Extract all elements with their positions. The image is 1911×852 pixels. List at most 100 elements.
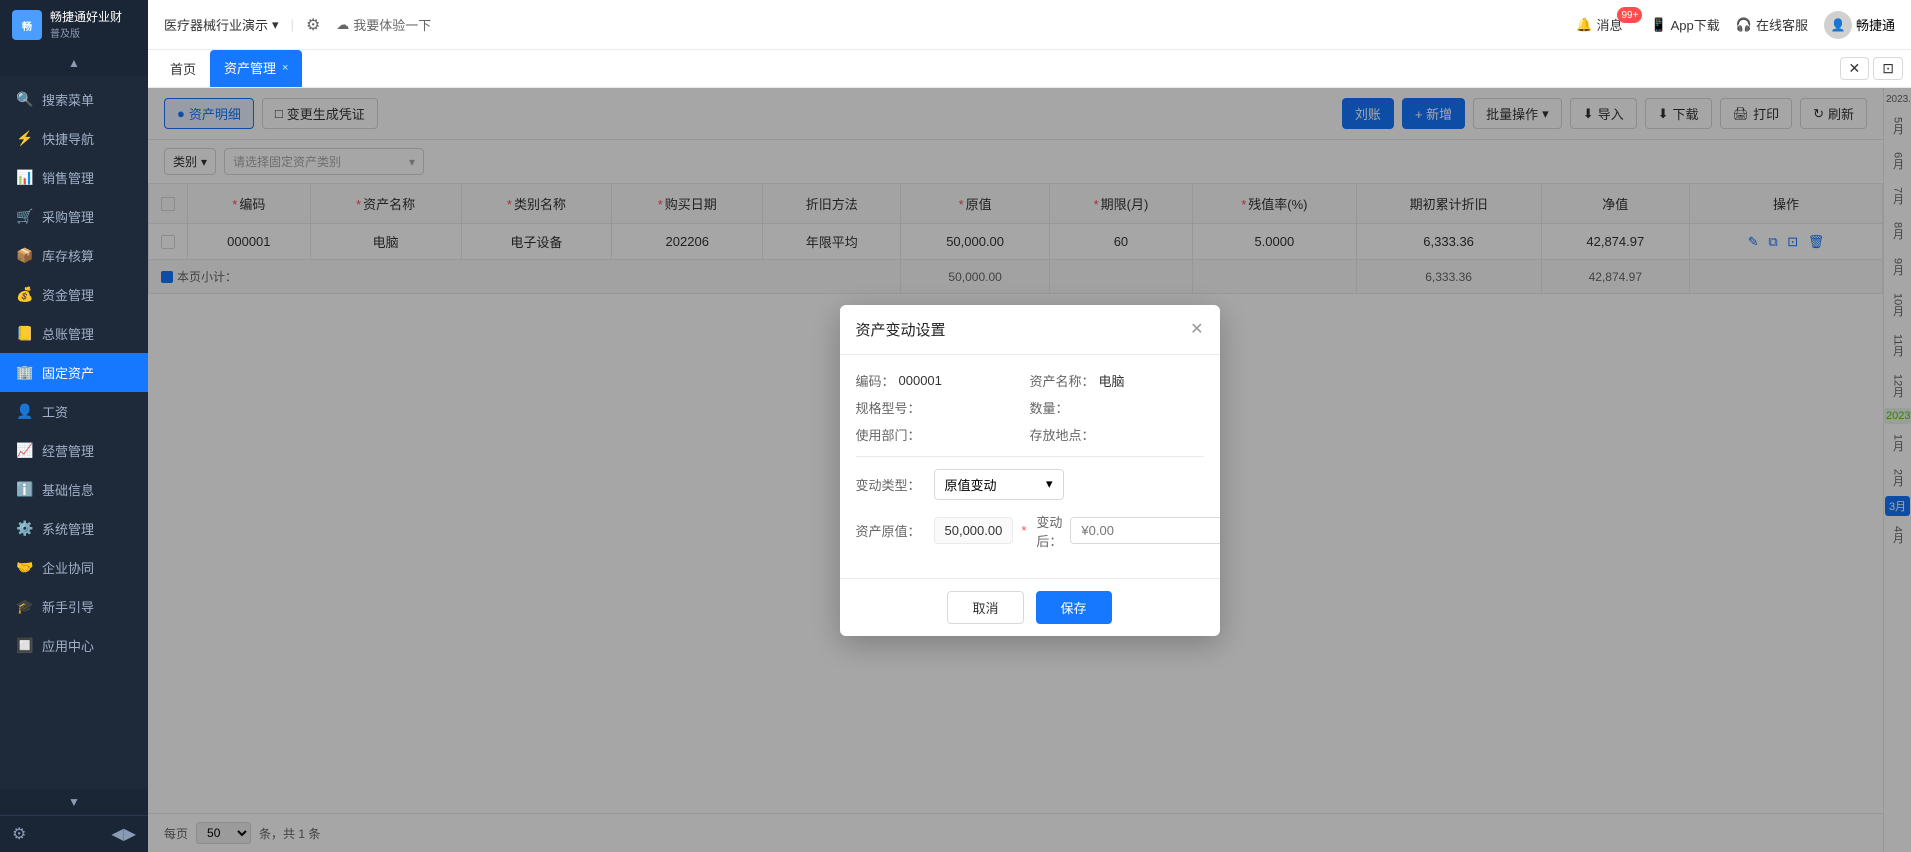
sidebar-item-capital[interactable]: 💰 资金管理 — [0, 275, 148, 314]
app-center-icon: 🔲 — [16, 637, 34, 655]
sidebar-item-label: 总账管理 — [42, 324, 94, 343]
tab-asset-management[interactable]: 资产管理 × — [210, 50, 302, 87]
tab-home[interactable]: 首页 — [156, 50, 210, 87]
collapse-sidebar-button[interactable]: ◀▶ — [111, 824, 136, 844]
fixed-assets-icon: 🏢 — [16, 364, 34, 382]
dialog-quantity-item: 数量： — [1030, 398, 1204, 417]
main-area: 医疗器械行业演示 ▾ | ⚙ ☁ 我要体验一下 🔔 消息 99+ 📱 App下载… — [148, 0, 1911, 852]
home-tab-label: 首页 — [170, 59, 196, 78]
sidebar-item-sales[interactable]: 📊 销售管理 — [0, 158, 148, 197]
company-selector[interactable]: 医疗器械行业演示 ▾ — [164, 15, 279, 34]
avatar: 👤 — [1824, 11, 1852, 39]
search-icon: 🔍 — [16, 91, 34, 109]
change-type-value: 原值变动 — [945, 475, 997, 494]
chevron-down-icon: ▾ — [1046, 476, 1053, 492]
headset-icon: 🎧 — [1736, 17, 1752, 33]
sidebar-nav: 🔍 搜索菜单 ⚡ 快捷导航 📊 销售管理 🛒 采购管理 📦 库存核算 💰 资金管… — [0, 76, 148, 789]
close-tab-icon[interactable]: × — [282, 62, 288, 74]
user-profile[interactable]: 👤 畅捷通 — [1824, 11, 1895, 39]
sidebar-item-business[interactable]: 📈 经营管理 — [0, 431, 148, 470]
topbar-separator: | — [291, 17, 294, 32]
sidebar-item-label: 工资 — [42, 402, 68, 421]
sidebar-item-label: 快捷导航 — [42, 129, 94, 148]
sidebar-item-label: 资金管理 — [42, 285, 94, 304]
dialog-header: 资产变动设置 ✕ — [840, 305, 1220, 355]
chevron-down-icon: ▾ — [272, 17, 279, 33]
sidebar-item-inventory[interactable]: 📦 库存核算 — [0, 236, 148, 275]
app-edition: 普及版 — [50, 25, 122, 40]
sidebar-item-search[interactable]: 🔍 搜索菜单 — [0, 80, 148, 119]
company-name: 医疗器械行业演示 — [164, 15, 268, 34]
dialog-asset-name-item: 资产名称： 电脑 — [1030, 371, 1204, 390]
after-value-input[interactable] — [1070, 517, 1219, 544]
topbar: 医疗器械行业演示 ▾ | ⚙ ☁ 我要体验一下 🔔 消息 99+ 📱 App下载… — [148, 0, 1911, 50]
sidebar-item-quick-nav[interactable]: ⚡ 快捷导航 — [0, 119, 148, 158]
messages-badge: 99+ — [1617, 7, 1642, 23]
original-label: 资产原值： — [856, 521, 926, 540]
online-service-btn[interactable]: 🎧 在线客服 — [1736, 15, 1808, 34]
experience-label: 我要体验一下 — [353, 15, 431, 34]
sidebar-item-label: 库存核算 — [42, 246, 94, 265]
dialog-title: 资产变动设置 — [856, 319, 946, 340]
modal-overlay: 资产变动设置 ✕ 编码： 000001 资产名称： 电脑 — [148, 88, 1911, 852]
sidebar-item-app-center[interactable]: 🔲 应用中心 — [0, 626, 148, 665]
sidebar-scroll-down[interactable]: ▼ — [0, 789, 148, 815]
app-download-btn[interactable]: 📱 App下载 — [1650, 15, 1719, 34]
sidebar-item-label: 搜索菜单 — [42, 90, 94, 109]
dialog-asset-name-value: 电脑 — [1099, 371, 1125, 390]
sidebar: 畅 畅捷通好业财 普及版 ▲ 🔍 搜索菜单 ⚡ 快捷导航 📊 销售管理 🛒 采购… — [0, 0, 148, 852]
asset-change-dialog: 资产变动设置 ✕ 编码： 000001 资产名称： 电脑 — [840, 305, 1220, 636]
topbar-right: 🔔 消息 99+ 📱 App下载 🎧 在线客服 👤 畅捷通 — [1576, 11, 1895, 39]
dialog-code-label: 编码： — [856, 371, 895, 390]
value-change-row: 资产原值： 50,000.00 * 变动后： — [856, 512, 1204, 550]
corp-coop-icon: 🤝 — [16, 559, 34, 577]
sidebar-footer: ⚙ ◀▶ — [0, 815, 148, 852]
save-button[interactable]: 保存 — [1036, 591, 1112, 624]
sidebar-item-label: 应用中心 — [42, 636, 94, 655]
experience-btn[interactable]: ☁ 我要体验一下 — [336, 15, 431, 34]
dialog-dept-label: 使用部门： — [856, 425, 921, 444]
sidebar-item-basic-info[interactable]: ℹ️ 基础信息 — [0, 470, 148, 509]
after-required-mark: * — [1021, 523, 1026, 538]
sidebar-item-purchase[interactable]: 🛒 采购管理 — [0, 197, 148, 236]
change-type-row: 变动类型： 原值变动 ▾ — [856, 469, 1204, 500]
guide-icon: 🎓 — [16, 598, 34, 616]
dialog-location-item: 存放地点： — [1030, 425, 1204, 444]
sidebar-item-payroll[interactable]: 👤 工资 — [0, 392, 148, 431]
messages-btn[interactable]: 🔔 消息 99+ — [1576, 15, 1634, 34]
sidebar-scroll-up[interactable]: ▲ — [0, 50, 148, 76]
capital-icon: 💰 — [16, 286, 34, 304]
app-logo: 畅 — [12, 10, 42, 40]
sidebar-item-label: 固定资产 — [42, 363, 94, 382]
dialog-spec-label: 规格型号： — [856, 398, 921, 417]
dialog-code-item: 编码： 000001 — [856, 371, 1030, 390]
change-type-select[interactable]: 原值变动 ▾ — [934, 469, 1064, 500]
business-icon: 📈 — [16, 442, 34, 460]
settings-button[interactable]: ⚙ — [12, 824, 26, 844]
dialog-quantity-label: 数量： — [1030, 398, 1069, 417]
topbar-settings-icon[interactable]: ⚙ — [306, 15, 320, 35]
sidebar-item-label: 新手引导 — [42, 597, 94, 616]
sidebar-item-system[interactable]: ⚙️ 系统管理 — [0, 509, 148, 548]
sidebar-item-corp-coop[interactable]: 🤝 企业协同 — [0, 548, 148, 587]
sidebar-item-label: 销售管理 — [42, 168, 94, 187]
dialog-location-label: 存放地点： — [1030, 425, 1095, 444]
sidebar-item-ledger[interactable]: 📒 总账管理 — [0, 314, 148, 353]
online-service-label: 在线客服 — [1756, 15, 1808, 34]
basic-info-icon: ℹ️ — [16, 481, 34, 499]
sidebar-header: 畅 畅捷通好业财 普及版 — [0, 0, 148, 50]
sidebar-item-guide[interactable]: 🎓 新手引导 — [0, 587, 148, 626]
cancel-button[interactable]: 取消 — [947, 591, 1023, 624]
app-title: 畅捷通好业财 — [50, 10, 122, 26]
close-window-button[interactable]: ✕ — [1840, 57, 1870, 80]
content-area: ● 资产明细 □ 变更生成凭证 刘账 + 新增 批量操作 ▾ — [148, 88, 1911, 852]
sidebar-item-label: 经营管理 — [42, 441, 94, 460]
dialog-code-value: 000001 — [899, 373, 942, 388]
sales-icon: 📊 — [16, 169, 34, 187]
sidebar-item-label: 采购管理 — [42, 207, 94, 226]
dialog-asset-name-label: 资产名称： — [1030, 371, 1095, 390]
tabs-right-controls: ✕ ⊡ — [1840, 57, 1911, 80]
maximize-window-button[interactable]: ⊡ — [1873, 57, 1903, 80]
dialog-close-button[interactable]: ✕ — [1190, 319, 1203, 339]
sidebar-item-fixed-assets[interactable]: 🏢 固定资产 — [0, 353, 148, 392]
